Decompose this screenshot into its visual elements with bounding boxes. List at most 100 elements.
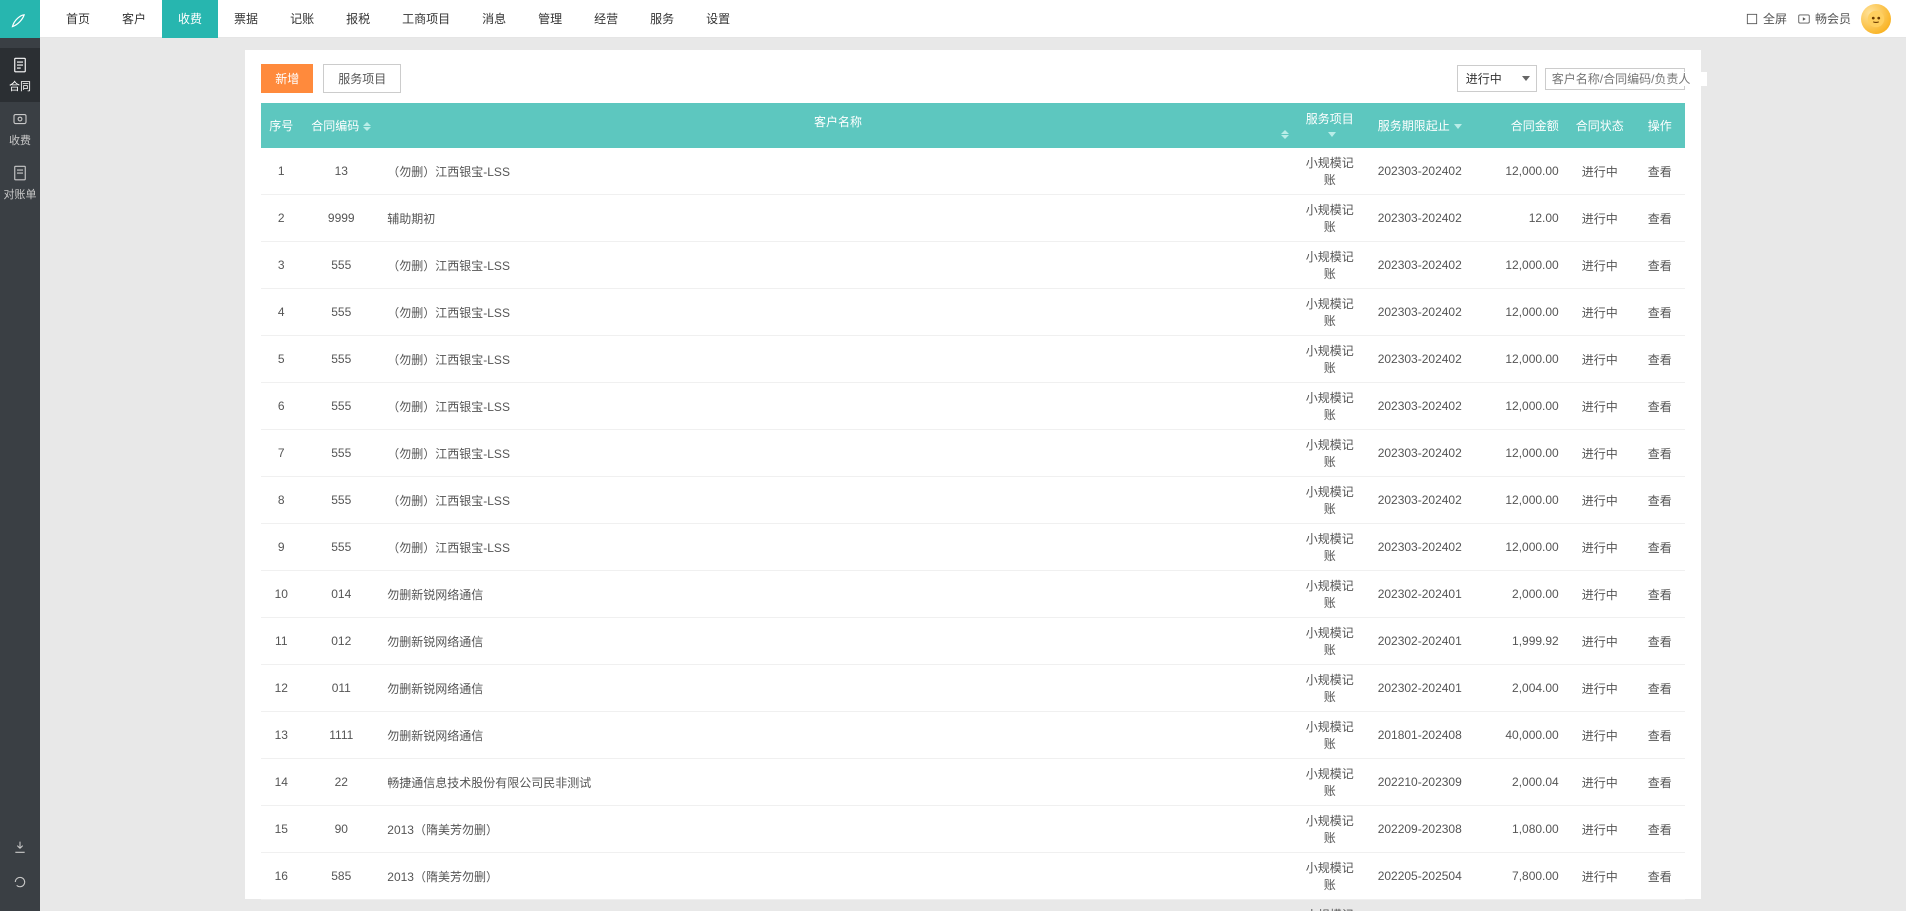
table-row: 5555（勿删）江西银宝-LSS小规模记账202303-20240212,000… bbox=[261, 336, 1684, 383]
th-action: 操作 bbox=[1635, 103, 1685, 148]
table-row: 9555（勿删）江西银宝-LSS小规模记账202303-20240212,000… bbox=[261, 524, 1684, 571]
nav-item-11[interactable]: 设置 bbox=[690, 0, 746, 38]
cell-customer: （勿删）江西银宝-LSS bbox=[381, 383, 1294, 430]
cell-status: 进行中 bbox=[1565, 383, 1635, 430]
cell-customer: 辅助期初 bbox=[381, 195, 1294, 242]
nav-item-1[interactable]: 客户 bbox=[106, 0, 162, 38]
cell-amount: 12,000.00 bbox=[1475, 148, 1565, 195]
cell-period: 202303-202402 bbox=[1365, 148, 1475, 195]
table-row: 15902013（隋美芳勿删）小规模记账202209-2023081,080.0… bbox=[261, 806, 1684, 853]
table-row: 10014勿删新锐网络通信小规模记账202302-2024012,000.00进… bbox=[261, 571, 1684, 618]
view-link[interactable]: 查看 bbox=[1648, 353, 1672, 367]
view-link[interactable]: 查看 bbox=[1648, 400, 1672, 414]
nav-item-0[interactable]: 首页 bbox=[50, 0, 106, 38]
nav-item-3[interactable]: 票据 bbox=[218, 0, 274, 38]
th-customer[interactable]: 客户名称 bbox=[381, 103, 1294, 148]
cell-service: 小规模记账 bbox=[1295, 195, 1365, 242]
cell-amount: 7,800.00 bbox=[1475, 853, 1565, 900]
sidebar-item-statement[interactable]: 对账单 bbox=[0, 156, 40, 210]
view-link[interactable]: 查看 bbox=[1648, 776, 1672, 790]
fullscreen-button[interactable]: 全屏 bbox=[1745, 10, 1787, 27]
nav-item-6[interactable]: 工商项目 bbox=[386, 0, 466, 38]
nav-item-4[interactable]: 记账 bbox=[274, 0, 330, 38]
nav-item-5[interactable]: 报税 bbox=[330, 0, 386, 38]
new-button[interactable]: 新增 bbox=[261, 64, 313, 93]
cell-customer: 勿删新锐网络通信 bbox=[381, 571, 1294, 618]
cell-amount: 1,999.92 bbox=[1475, 618, 1565, 665]
nav-item-10[interactable]: 服务 bbox=[634, 0, 690, 38]
view-link[interactable]: 查看 bbox=[1648, 259, 1672, 273]
member-button[interactable]: 畅会员 bbox=[1797, 10, 1851, 27]
nav-item-9[interactable]: 经营 bbox=[578, 0, 634, 38]
view-link[interactable]: 查看 bbox=[1648, 682, 1672, 696]
cell-service: 小规模记账 bbox=[1295, 148, 1365, 195]
th-code[interactable]: 合同编码 bbox=[301, 103, 381, 148]
view-link[interactable]: 查看 bbox=[1648, 541, 1672, 555]
cell-period: 202303-202402 bbox=[1365, 430, 1475, 477]
cell-status: 进行中 bbox=[1565, 759, 1635, 806]
cell-status: 进行中 bbox=[1565, 712, 1635, 759]
sort-icon bbox=[363, 122, 371, 131]
cell-customer: 勿删新锐网络通信 bbox=[381, 618, 1294, 665]
cell-service: 小规模记账 bbox=[1295, 712, 1365, 759]
cell-code: 1 bbox=[301, 900, 381, 911]
view-link[interactable]: 查看 bbox=[1648, 588, 1672, 602]
sidebar-label: 合同 bbox=[9, 81, 31, 93]
cell-amount: 2,004.00 bbox=[1475, 665, 1565, 712]
cell-seq: 7 bbox=[261, 430, 301, 477]
sidebar-item-fee[interactable]: 收费 bbox=[0, 102, 40, 156]
cell-customer: （勿删）江西银宝-LSS bbox=[381, 148, 1294, 195]
cell-period: 202303-202402 bbox=[1365, 195, 1475, 242]
table-row: 8555（勿删）江西银宝-LSS小规模记账202303-20240212,000… bbox=[261, 477, 1684, 524]
fullscreen-icon bbox=[1745, 12, 1759, 26]
cell-period: 202303-202402 bbox=[1365, 242, 1475, 289]
sort-icon bbox=[1281, 130, 1289, 139]
view-link[interactable]: 查看 bbox=[1648, 306, 1672, 320]
table-row: 165852013（隋美芳勿删）小规模记账202205-2025047,800.… bbox=[261, 853, 1684, 900]
cell-code: 555 bbox=[301, 477, 381, 524]
view-link[interactable]: 查看 bbox=[1648, 870, 1672, 884]
cell-seq: 3 bbox=[261, 242, 301, 289]
cell-amount: 12,000.00 bbox=[1475, 430, 1565, 477]
cell-seq: 12 bbox=[261, 665, 301, 712]
fee-icon bbox=[11, 110, 29, 128]
view-link[interactable]: 查看 bbox=[1648, 447, 1672, 461]
cell-customer: 勿删新锐网络通信 bbox=[381, 712, 1294, 759]
table-row: 4555（勿删）江西银宝-LSS小规模记账202303-20240212,000… bbox=[261, 289, 1684, 336]
cell-service: 小规模记账 bbox=[1295, 430, 1365, 477]
search-input[interactable] bbox=[1552, 72, 1707, 86]
cell-amount: 12.00 bbox=[1475, 195, 1565, 242]
view-link[interactable]: 查看 bbox=[1648, 212, 1672, 226]
status-select[interactable]: 进行中 bbox=[1457, 65, 1537, 92]
cell-period: 202302-202401 bbox=[1365, 665, 1475, 712]
nav-item-2[interactable]: 收费 bbox=[162, 0, 218, 38]
cell-code: 014 bbox=[301, 571, 381, 618]
view-link[interactable]: 查看 bbox=[1648, 494, 1672, 508]
cell-period: 202302-202401 bbox=[1365, 618, 1475, 665]
view-link[interactable]: 查看 bbox=[1648, 635, 1672, 649]
th-service[interactable]: 服务项目 bbox=[1295, 103, 1365, 148]
view-link[interactable]: 查看 bbox=[1648, 823, 1672, 837]
nav-item-8[interactable]: 管理 bbox=[522, 0, 578, 38]
cell-period: 202205-202504 bbox=[1365, 853, 1475, 900]
nav-item-7[interactable]: 消息 bbox=[466, 0, 522, 38]
sidebar-bottom bbox=[0, 831, 40, 911]
cell-customer: 勿删新锐网络通信 bbox=[381, 665, 1294, 712]
cell-customer: 2013（隋美芳勿删） bbox=[381, 853, 1294, 900]
refresh-button[interactable] bbox=[0, 866, 40, 901]
cell-seq: 5 bbox=[261, 336, 301, 383]
cell-period: 202303-202402 bbox=[1365, 524, 1475, 571]
view-link[interactable]: 查看 bbox=[1648, 729, 1672, 743]
cell-service: 小规模记账 bbox=[1295, 759, 1365, 806]
view-link[interactable]: 查看 bbox=[1648, 165, 1672, 179]
service-button[interactable]: 服务项目 bbox=[323, 64, 401, 93]
download-button[interactable] bbox=[0, 831, 40, 866]
cell-customer: （勿删）江西银宝-LSS bbox=[381, 289, 1294, 336]
th-period[interactable]: 服务期限起止 bbox=[1365, 103, 1475, 148]
user-avatar[interactable] bbox=[1861, 4, 1891, 34]
cell-service: 小规模记账 bbox=[1295, 571, 1365, 618]
cell-period: 202303-202402 bbox=[1365, 477, 1475, 524]
table-row: 11012勿删新锐网络通信小规模记账202302-2024011,999.92进… bbox=[261, 618, 1684, 665]
sidebar-item-contract[interactable]: 合同 bbox=[0, 48, 40, 102]
cell-seq: 1 bbox=[261, 148, 301, 195]
